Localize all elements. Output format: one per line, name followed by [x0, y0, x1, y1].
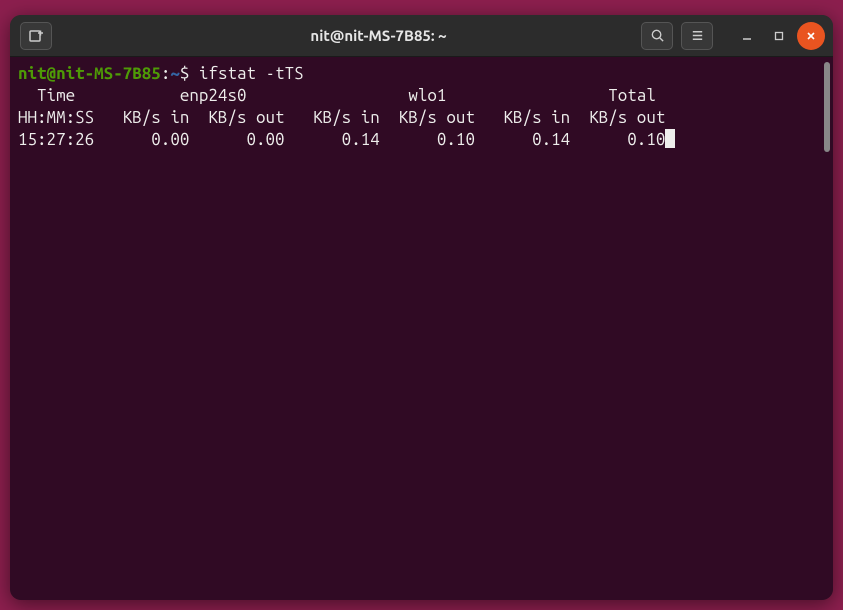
cursor — [665, 129, 675, 148]
menu-button[interactable] — [681, 22, 713, 50]
scrollbar[interactable] — [824, 62, 830, 152]
maximize-icon — [773, 30, 785, 42]
prompt-userhost: nit@nit-MS-7B85 — [18, 64, 161, 83]
titlebar-left — [18, 22, 118, 50]
prompt-sep2: $ — [180, 64, 199, 83]
search-button[interactable] — [641, 22, 673, 50]
ifstat-header-interfaces: Time enp24s0 wlo1 Total — [18, 86, 722, 105]
new-tab-button[interactable] — [20, 22, 52, 50]
ifstat-header-columns: HH:MM:SS KB/s in KB/s out KB/s in KB/s o… — [18, 108, 665, 127]
minimize-button[interactable] — [733, 22, 761, 50]
prompt-sep1: : — [161, 64, 171, 83]
close-icon — [805, 30, 817, 42]
minimize-icon — [741, 30, 753, 42]
window-title: nit@nit-MS-7B85: ~ — [118, 27, 639, 44]
titlebar-right — [639, 22, 825, 50]
search-icon — [650, 28, 665, 43]
prompt-path: ~ — [170, 64, 180, 83]
terminal-window: nit@nit-MS-7B85: ~ — [10, 15, 833, 600]
menu-icon — [690, 28, 705, 43]
maximize-button[interactable] — [765, 22, 793, 50]
new-tab-icon — [28, 28, 44, 44]
command-text: ifstat -tTS — [199, 64, 304, 83]
close-button[interactable] — [797, 22, 825, 50]
ifstat-row: 15:27:26 0.00 0.00 0.14 0.10 0.14 0.10 — [18, 130, 665, 149]
titlebar: nit@nit-MS-7B85: ~ — [10, 15, 833, 57]
terminal-body[interactable]: nit@nit-MS-7B85:~$ ifstat -tTS Time enp2… — [10, 57, 833, 600]
